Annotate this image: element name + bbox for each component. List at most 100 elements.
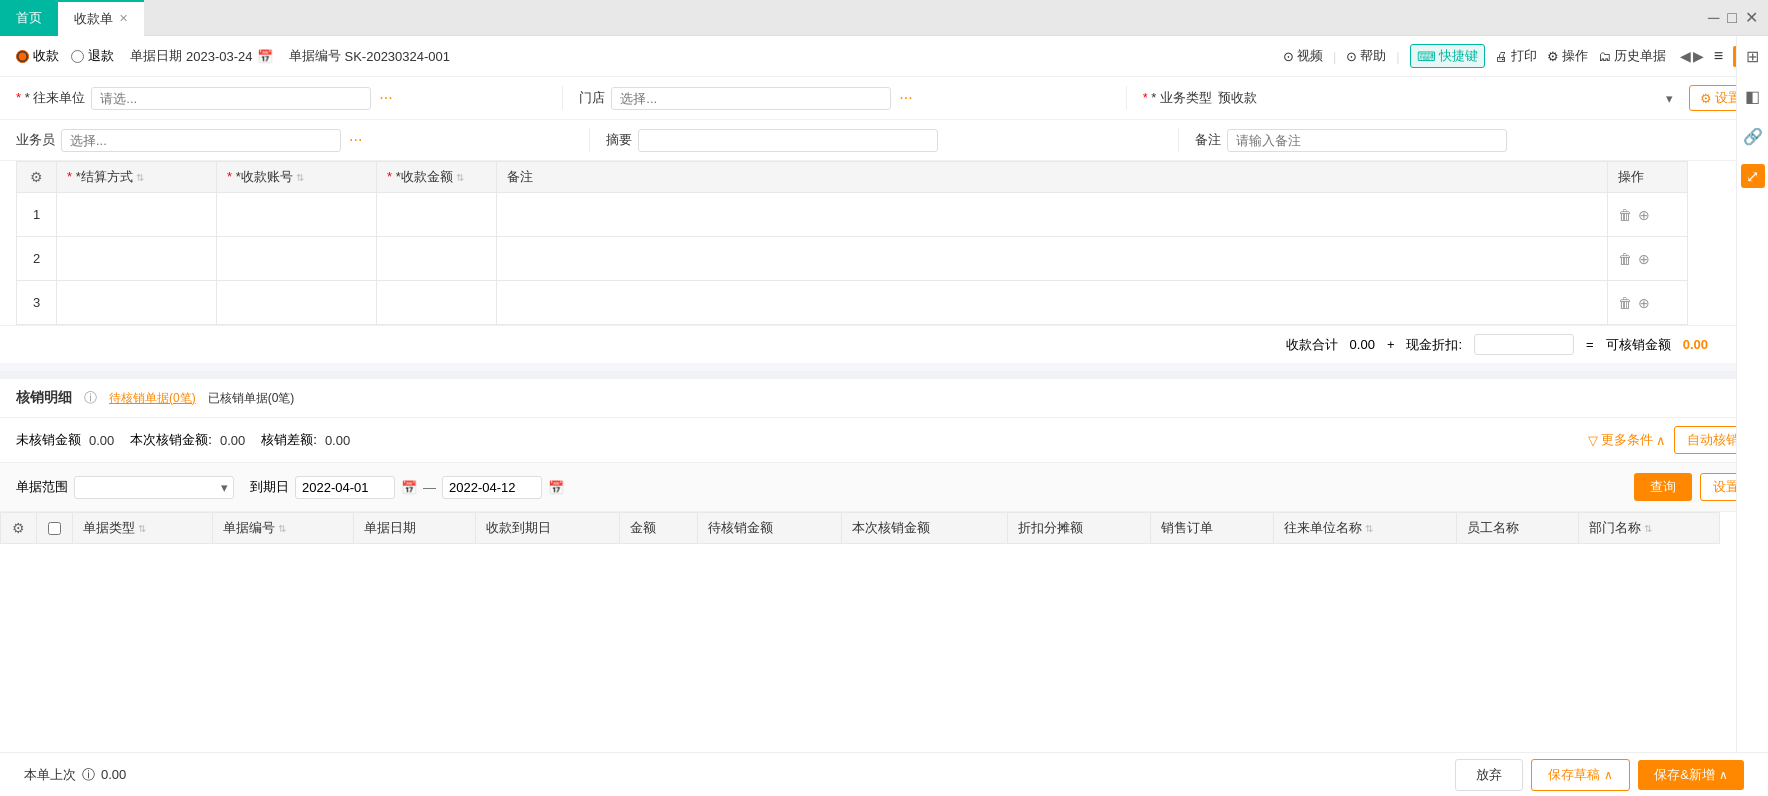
- counterpart-more-btn[interactable]: ···: [377, 89, 394, 107]
- row-1-amount[interactable]: [377, 193, 497, 237]
- bth-dept: 部门名称 ⇅: [1579, 513, 1720, 544]
- account-sort-icon[interactable]: ⇅: [296, 172, 304, 183]
- radio-receipt[interactable]: 收款: [16, 47, 59, 65]
- calendar-from-icon[interactable]: 📅: [401, 480, 417, 495]
- row-3-amount[interactable]: [377, 281, 497, 325]
- bth-doc-date: 单据日期: [353, 513, 475, 544]
- row-2-copy-icon[interactable]: ⊕: [1638, 251, 1650, 267]
- maximize-btn[interactable]: □: [1727, 9, 1737, 27]
- summary-discount-input[interactable]: [1474, 334, 1574, 355]
- prev-arrow[interactable]: ◀: [1680, 48, 1691, 64]
- query-btn[interactable]: 查询: [1634, 473, 1692, 501]
- row-1-settle[interactable]: [57, 193, 217, 237]
- nav-arrows: ◀ ▶: [1680, 48, 1704, 64]
- next-arrow[interactable]: ▶: [1693, 48, 1704, 64]
- select-all-checkbox[interactable]: [48, 522, 61, 535]
- carry-forward-info-icon[interactable]: ⓘ: [82, 766, 95, 784]
- side-expand-icon[interactable]: ⤢: [1741, 164, 1765, 188]
- dept-sort[interactable]: ⇅: [1644, 523, 1652, 534]
- amount-sort-icon[interactable]: ⇅: [456, 172, 464, 183]
- row-1-no: 1: [17, 193, 57, 237]
- verified-tab-link[interactable]: 已核销单据(0笔): [208, 390, 295, 407]
- row-1-delete-icon[interactable]: 🗑: [1618, 207, 1632, 223]
- row-3-settle[interactable]: [57, 281, 217, 325]
- filter-icon: ▽: [1588, 433, 1598, 448]
- calendar-to-icon[interactable]: 📅: [548, 480, 564, 495]
- side-document-icon[interactable]: ◧: [1741, 84, 1765, 108]
- counterpart-sort[interactable]: ⇅: [1365, 523, 1373, 534]
- store-input[interactable]: [611, 87, 891, 110]
- row-3-remark[interactable]: [497, 281, 1608, 325]
- doc-no-sort[interactable]: ⇅: [278, 523, 286, 534]
- salesperson-more-btn[interactable]: ···: [347, 131, 364, 149]
- abandon-btn[interactable]: 放弃: [1455, 759, 1523, 791]
- doc-num-field: 单据编号 SK-20230324-001: [289, 47, 451, 65]
- calendar-icon[interactable]: 📅: [257, 49, 273, 64]
- date-label: 单据日期: [130, 47, 182, 65]
- radio-receipt-input[interactable]: [16, 50, 29, 63]
- toolbar-shortcut[interactable]: ⌨ 快捷键: [1410, 44, 1485, 68]
- toolbar-video[interactable]: ⊙ 视频: [1283, 47, 1323, 65]
- query-actions: 查询 设置: [1634, 473, 1752, 501]
- doc-type-sort[interactable]: ⇅: [138, 523, 146, 534]
- summary-input[interactable]: [638, 129, 938, 152]
- salesperson-label: 业务员: [16, 131, 55, 149]
- side-table-icon[interactable]: ⊞: [1741, 44, 1765, 68]
- draft-btn[interactable]: 保存草稿 ∧: [1531, 759, 1630, 791]
- main-table: ⚙ *结算方式 ⇅ *收款账号 ⇅: [16, 161, 1688, 325]
- toolbar-print[interactable]: 🖨 打印: [1495, 47, 1537, 65]
- bth-discount: 折扣分摊额: [1007, 513, 1151, 544]
- range-select-wrapper: [74, 476, 234, 499]
- row-3-account[interactable]: [217, 281, 377, 325]
- row-2-no: 2: [17, 237, 57, 281]
- counterpart-input[interactable]: [91, 87, 371, 110]
- more-conditions-btn[interactable]: ▽ 更多条件 ∧: [1588, 431, 1666, 449]
- column-settings-icon[interactable]: ⚙: [27, 169, 46, 185]
- toolbar-operations[interactable]: ⚙ 操作: [1547, 47, 1588, 65]
- store-field: 门店 ···: [579, 87, 1109, 110]
- summary-total-value: 0.00: [1350, 337, 1375, 352]
- draft-btn-arrow: ∧: [1604, 768, 1613, 782]
- tab-receipt-close[interactable]: ✕: [119, 12, 128, 25]
- collapse-icon: ∧: [1656, 433, 1666, 448]
- side-link-icon[interactable]: 🔗: [1741, 124, 1765, 148]
- list-view-icon[interactable]: ≡: [1714, 47, 1723, 65]
- salesperson-input[interactable]: [61, 129, 341, 152]
- minimize-btn[interactable]: ─: [1708, 9, 1719, 27]
- side-panel: ⊞ ◧ 🔗 ⤢: [1736, 36, 1768, 796]
- settle-sort-icon[interactable]: ⇅: [136, 172, 144, 183]
- save-btn[interactable]: 保存&新增 ∧: [1638, 760, 1744, 790]
- bottom-column-settings-icon[interactable]: ⚙: [11, 520, 26, 536]
- row-3-delete-icon[interactable]: 🗑: [1618, 295, 1632, 311]
- unchecked-value: 0.00: [89, 433, 114, 448]
- due-date-to[interactable]: [442, 476, 542, 499]
- toolbar-help[interactable]: ⊙ 帮助: [1346, 47, 1386, 65]
- pending-tab-link[interactable]: 待核销单据(0笔): [109, 390, 196, 407]
- range-select[interactable]: [74, 476, 234, 499]
- due-date-from[interactable]: [295, 476, 395, 499]
- row-2-remark[interactable]: [497, 237, 1608, 281]
- row-2-account[interactable]: [217, 237, 377, 281]
- remark-field: 备注: [1195, 129, 1752, 152]
- tab-receipt[interactable]: 收款单 ✕: [58, 0, 144, 36]
- row-2-delete-icon[interactable]: 🗑: [1618, 251, 1632, 267]
- row-1-remark[interactable]: [497, 193, 1608, 237]
- biz-type-dropdown[interactable]: ▾: [1666, 91, 1673, 106]
- bth-employee-label: 员工名称: [1467, 520, 1519, 535]
- store-more-btn[interactable]: ···: [897, 89, 914, 107]
- section-divider: [0, 363, 1768, 371]
- row-1-copy-icon[interactable]: ⊕: [1638, 207, 1650, 223]
- row-2-settle[interactable]: [57, 237, 217, 281]
- toolbar-history[interactable]: 🗂 历史单据: [1598, 47, 1666, 65]
- tab-home[interactable]: 首页: [0, 0, 58, 36]
- row-2-amount[interactable]: [377, 237, 497, 281]
- radio-refund[interactable]: 退款: [71, 47, 114, 65]
- radio-refund-input[interactable]: [71, 50, 84, 63]
- row-3-copy-icon[interactable]: ⊕: [1638, 295, 1650, 311]
- bth-doc-type-label: 单据类型: [83, 519, 135, 537]
- remark-input[interactable]: [1227, 129, 1507, 152]
- row-1-account[interactable]: [217, 193, 377, 237]
- close-btn[interactable]: ✕: [1745, 8, 1758, 27]
- sep-2: [1126, 86, 1127, 110]
- verify-info-icon[interactable]: ⓘ: [84, 389, 97, 407]
